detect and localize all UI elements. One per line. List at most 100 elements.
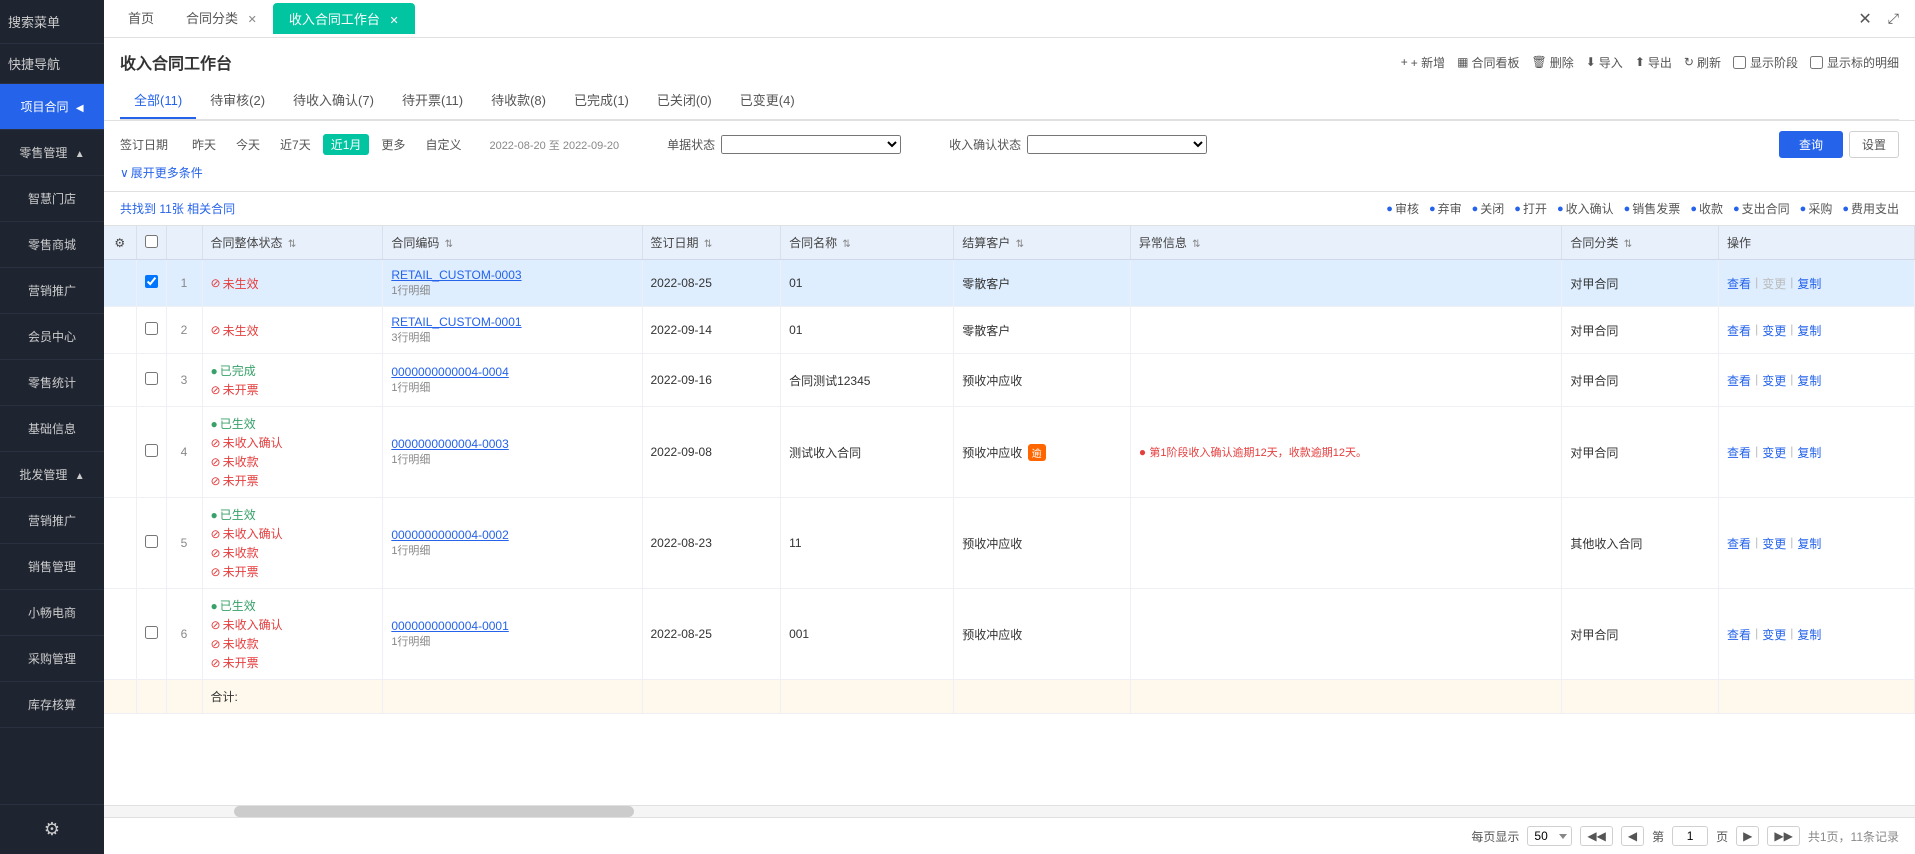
setting-button[interactable]: 设置 bbox=[1849, 131, 1899, 158]
query-button[interactable]: 查询 bbox=[1779, 131, 1843, 158]
refresh-button[interactable]: ↻ 刷新 bbox=[1684, 54, 1721, 71]
purchase-button[interactable]: ● 采购 bbox=[1800, 200, 1833, 217]
copy-link[interactable]: 复制 bbox=[1797, 275, 1821, 292]
row-checkbox[interactable] bbox=[145, 444, 158, 457]
new-button[interactable]: + + 新增 bbox=[1401, 54, 1445, 71]
sales-invoice-button[interactable]: ● 销售发票 bbox=[1624, 200, 1681, 217]
view-link[interactable]: 查看 bbox=[1727, 444, 1751, 461]
cell-checkbox[interactable] bbox=[136, 307, 166, 354]
doc-status-select[interactable] bbox=[721, 135, 901, 154]
income-confirm-select[interactable] bbox=[1027, 135, 1207, 154]
contract-code-link[interactable]: RETAIL_CUSTOM-0001 bbox=[391, 315, 633, 329]
audit-button[interactable]: ● 审核 bbox=[1386, 200, 1419, 217]
th-contract-code[interactable]: 合同编码 ⇅ bbox=[383, 226, 642, 260]
change-link[interactable]: 变更 bbox=[1762, 372, 1786, 389]
abandon-button[interactable]: ● 弃审 bbox=[1429, 200, 1462, 217]
cell-checkbox[interactable] bbox=[136, 407, 166, 498]
sidebar-item-sales-mgmt[interactable]: 销售管理 bbox=[0, 544, 104, 590]
sidebar-item-project[interactable]: 项目合同 ◀ bbox=[0, 84, 104, 130]
th-overall-status[interactable]: 合同整体状态 ⇅ bbox=[202, 226, 383, 260]
cell-checkbox[interactable] bbox=[136, 354, 166, 407]
th-sign-date[interactable]: 签订日期 ⇅ bbox=[642, 226, 781, 260]
th-abnormal-info[interactable]: 异常信息 ⇅ bbox=[1130, 226, 1562, 260]
copy-link[interactable]: 复制 bbox=[1797, 322, 1821, 339]
sidebar-item-marketing[interactable]: 营销推广 bbox=[0, 268, 104, 314]
sidebar-item-wholesale-mgmt[interactable]: 批发管理 ▲ bbox=[0, 452, 104, 498]
view-link[interactable]: 查看 bbox=[1727, 626, 1751, 643]
tab-income-workbench[interactable]: 收入合同工作台 ✕ bbox=[273, 3, 415, 34]
close-all-tabs-button[interactable]: ✕ bbox=[1850, 5, 1879, 33]
sidebar-quick-nav[interactable]: 快捷导航 bbox=[0, 44, 104, 84]
view-link[interactable]: 查看 bbox=[1727, 322, 1751, 339]
change-link[interactable]: 变更 bbox=[1762, 535, 1786, 552]
contract-code-link[interactable]: 0000000000004-0002 bbox=[391, 528, 633, 542]
date-opt-7days[interactable]: 近7天 bbox=[272, 134, 319, 155]
sidebar-item-basic-info[interactable]: 基础信息 bbox=[0, 406, 104, 452]
show-detail-input[interactable] bbox=[1810, 56, 1823, 69]
tab-home[interactable]: 首页 bbox=[112, 0, 170, 37]
sidebar-item-inventory[interactable]: 库存核算 bbox=[0, 682, 104, 728]
sidebar-item-member[interactable]: 会员中心 bbox=[0, 314, 104, 360]
row-checkbox[interactable] bbox=[145, 626, 158, 639]
subtab-pending-confirm[interactable]: 待收入确认(7) bbox=[279, 82, 388, 119]
tab-close-icon[interactable]: ✕ bbox=[390, 15, 399, 27]
date-opt-today[interactable]: 今天 bbox=[228, 134, 268, 155]
sidebar-item-marketing2[interactable]: 营销推广 bbox=[0, 498, 104, 544]
copy-link[interactable]: 复制 bbox=[1797, 444, 1821, 461]
select-all-checkbox[interactable] bbox=[145, 235, 158, 248]
subtab-pending-review[interactable]: 待审核(2) bbox=[196, 82, 279, 119]
sidebar-item-retail-mall[interactable]: 零售商城 bbox=[0, 222, 104, 268]
sidebar-item-retail-stats[interactable]: 零售统计 bbox=[0, 360, 104, 406]
view-link[interactable]: 查看 bbox=[1727, 372, 1751, 389]
sidebar-item-smart-store[interactable]: 智慧门店 bbox=[0, 176, 104, 222]
expense-out-button[interactable]: ● 费用支出 bbox=[1842, 200, 1899, 217]
page-input[interactable] bbox=[1672, 826, 1708, 846]
import-button[interactable]: ⬇ 导入 bbox=[1586, 54, 1623, 71]
contract-code-link[interactable]: RETAIL_CUSTOM-0003 bbox=[391, 268, 633, 282]
out-contract-button[interactable]: ● 支出合同 bbox=[1733, 200, 1790, 217]
print-button[interactable]: ● 打开 bbox=[1514, 200, 1547, 217]
view-link[interactable]: 查看 bbox=[1727, 535, 1751, 552]
date-opt-more[interactable]: 更多 bbox=[373, 134, 413, 155]
th-settings[interactable]: ⚙ bbox=[104, 226, 136, 260]
prev-page-button[interactable]: ◀ bbox=[1621, 826, 1644, 846]
tab-close-icon[interactable]: ✕ bbox=[248, 14, 257, 26]
contract-board-button[interactable]: ▦ 合同看板 bbox=[1457, 54, 1519, 71]
first-page-button[interactable]: ◀◀ bbox=[1580, 826, 1612, 846]
show-detail-checkbox[interactable]: 显示标的明细 bbox=[1810, 54, 1899, 71]
show-segment-checkbox[interactable]: 显示阶段 bbox=[1733, 54, 1798, 71]
income-confirm-button[interactable]: ● 收入确认 bbox=[1557, 200, 1614, 217]
sidebar-item-purchase[interactable]: 采购管理 bbox=[0, 636, 104, 682]
row-checkbox[interactable] bbox=[145, 535, 158, 548]
row-checkbox[interactable] bbox=[145, 372, 158, 385]
cell-checkbox[interactable] bbox=[136, 589, 166, 680]
sidebar-settings-button[interactable]: ⚙ bbox=[0, 804, 104, 854]
sidebar-item-xiaochu[interactable]: 小畅电商 bbox=[0, 590, 104, 636]
date-opt-1month[interactable]: 近1月 bbox=[323, 134, 370, 155]
copy-link[interactable]: 复制 bbox=[1797, 535, 1821, 552]
copy-link[interactable]: 复制 bbox=[1797, 372, 1821, 389]
show-segment-input[interactable] bbox=[1733, 56, 1746, 69]
contract-code-link[interactable]: 0000000000004-0004 bbox=[391, 365, 633, 379]
export-button[interactable]: ⬆ 导出 bbox=[1635, 54, 1672, 71]
sidebar-item-retail-mgmt[interactable]: 零售管理 ▲ bbox=[0, 130, 104, 176]
date-opt-custom[interactable]: 自定义 bbox=[417, 134, 469, 155]
page-size-select[interactable]: 50 10 20 100 bbox=[1527, 826, 1572, 846]
delete-button[interactable]: 🗑 删除 bbox=[1531, 54, 1573, 71]
last-page-button[interactable]: ▶▶ bbox=[1767, 826, 1799, 846]
subtab-pending-collection[interactable]: 待收款(8) bbox=[477, 82, 560, 119]
th-settlement-customer[interactable]: 结算客户 ⇅ bbox=[954, 226, 1131, 260]
row-checkbox[interactable] bbox=[145, 275, 158, 288]
change-link[interactable]: 变更 bbox=[1762, 626, 1786, 643]
copy-link[interactable]: 复制 bbox=[1797, 626, 1821, 643]
cell-checkbox[interactable] bbox=[136, 260, 166, 307]
contract-code-link[interactable]: 0000000000004-0003 bbox=[391, 437, 633, 451]
subtab-pending-invoice[interactable]: 待开票(11) bbox=[388, 82, 477, 119]
contract-code-link[interactable]: 0000000000004-0001 bbox=[391, 619, 633, 633]
row-checkbox[interactable] bbox=[145, 322, 158, 335]
subtab-changed[interactable]: 已变更(4) bbox=[726, 82, 809, 119]
close-button[interactable]: ● 关闭 bbox=[1472, 200, 1505, 217]
subtab-completed[interactable]: 已完成(1) bbox=[560, 82, 643, 119]
tab-contract-category[interactable]: 合同分类 ✕ bbox=[170, 0, 273, 37]
th-contract-name[interactable]: 合同名称 ⇅ bbox=[781, 226, 954, 260]
